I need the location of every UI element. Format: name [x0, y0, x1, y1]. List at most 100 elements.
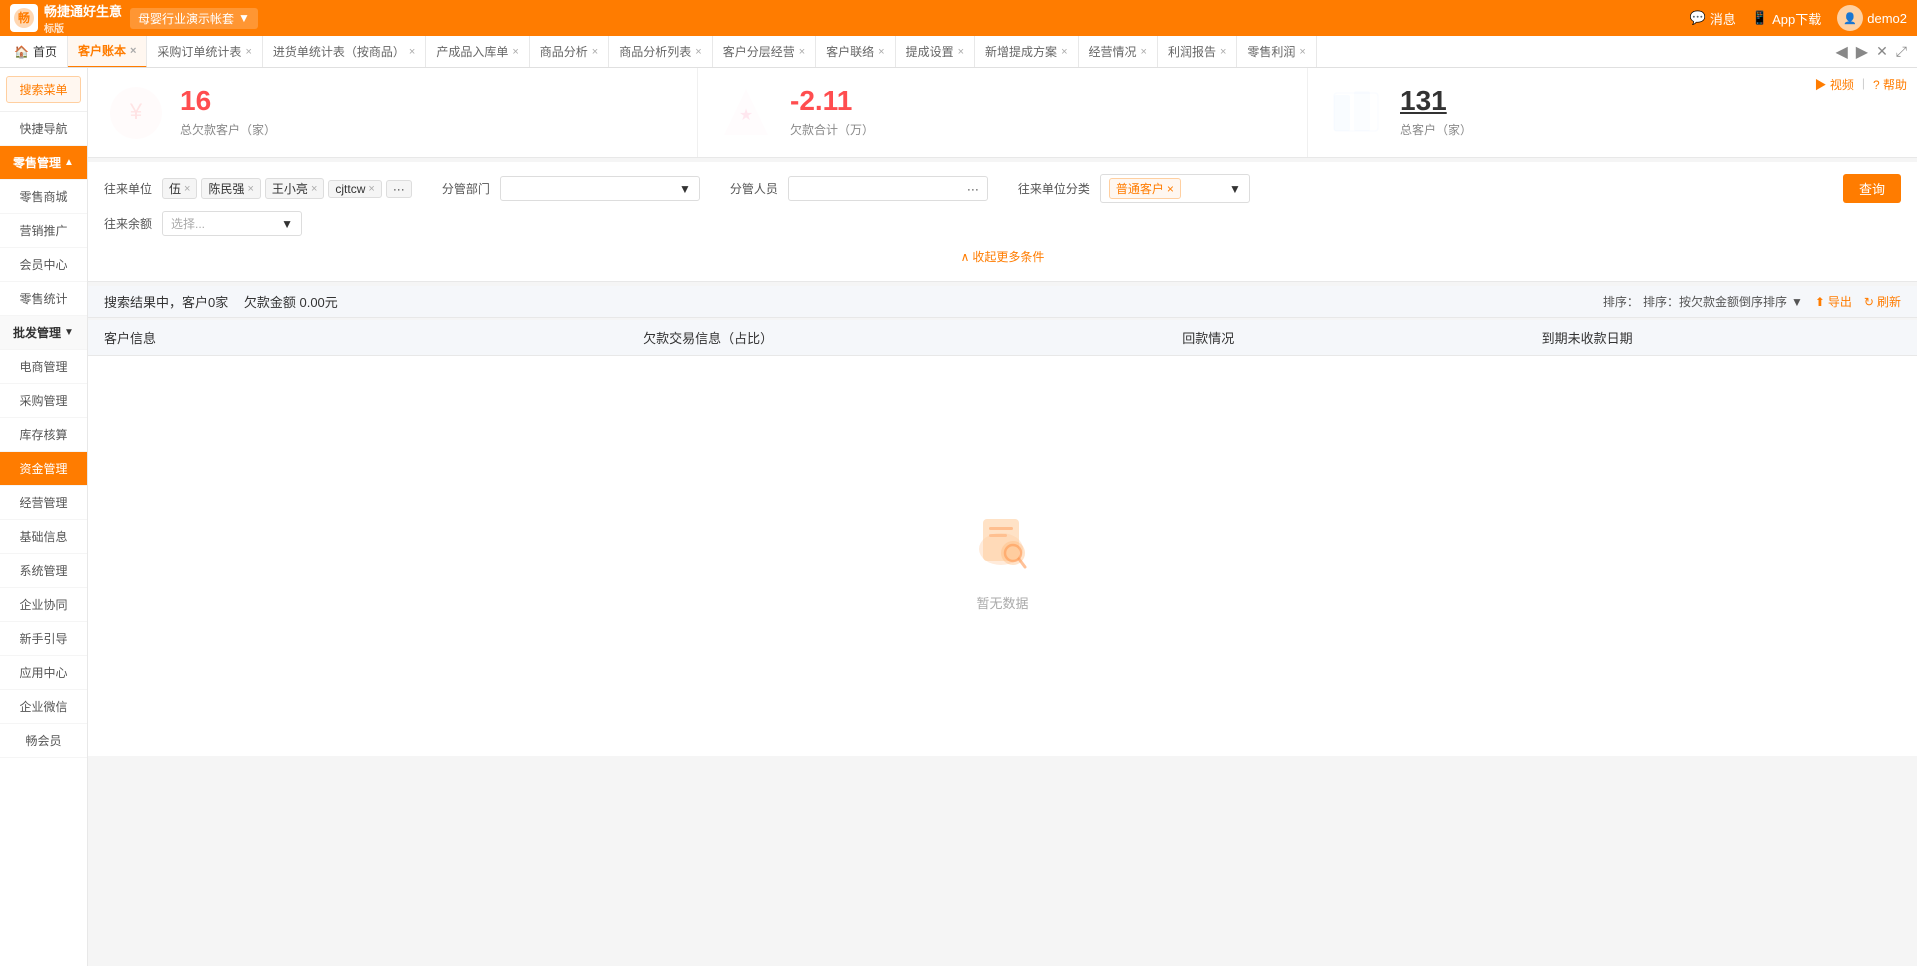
wholesale-mgmt-arrow-icon: ▼	[64, 327, 74, 338]
tab-new-raise-plan-label: 新增提成方案	[985, 43, 1057, 60]
sidebar-item-quick-nav[interactable]: 快捷导航	[0, 112, 87, 146]
tab-profit-report-close[interactable]: ×	[1220, 46, 1226, 58]
tag-wang-text: 王小亮	[272, 180, 308, 197]
tab-customer-contact-close[interactable]: ×	[878, 46, 884, 58]
sidebar-item-system-mgmt[interactable]: 系统管理	[0, 554, 87, 588]
tab-profit-report[interactable]: 利润报告 ×	[1158, 36, 1237, 68]
search-menu-btn[interactable]: 搜索菜单	[6, 76, 81, 103]
message-icon: 💬	[1690, 10, 1706, 26]
tab-customer-segment[interactable]: 客户分层经营 ×	[713, 36, 816, 68]
sidebar-item-retail-stats[interactable]: 零售统计	[0, 282, 87, 316]
tab-retail-profit[interactable]: 零售利润 ×	[1237, 36, 1316, 68]
tag-wang-close[interactable]: ×	[311, 183, 317, 195]
sidebar-item-basic-info[interactable]: 基础信息	[0, 520, 87, 554]
sidebar-item-purchase-mgmt[interactable]: 采购管理	[0, 384, 87, 418]
col-debit-info: 欠款交易信息（占比）	[643, 328, 1182, 347]
tab-customer-account-label: 客户账本	[78, 42, 126, 59]
tab-raise-setting-close[interactable]: ×	[958, 46, 964, 58]
tab-product-inbound[interactable]: 产成品入库单 ×	[426, 36, 529, 68]
tab-next-icon[interactable]: ▶	[1854, 42, 1870, 62]
unit-category-tag-close[interactable]: ×	[1167, 182, 1174, 196]
balance-select[interactable]: 选择... ▼	[162, 211, 302, 236]
tag-chen-text: 陈民强	[208, 180, 244, 197]
tab-home[interactable]: 🏠 首页	[4, 36, 68, 68]
sidebar-item-wholesale-mgmt[interactable]: 批发管理 ▼	[0, 316, 87, 350]
tab-customer-account-close[interactable]: ×	[130, 45, 136, 57]
tab-purchase-order-close[interactable]: ×	[245, 46, 251, 58]
sidebar-item-new-guide[interactable]: 新手引导	[0, 622, 87, 656]
video-link[interactable]: ▶ 视频	[1814, 76, 1853, 93]
unit-filter-tags: 伍 × 陈民强 × 王小亮 × cjttcw ×	[162, 178, 412, 199]
tab-profit-report-label: 利润报告	[1168, 43, 1216, 60]
tab-operation-status-close[interactable]: ×	[1141, 46, 1147, 58]
unit-category-select[interactable]: 普通客户 × ▼	[1100, 174, 1250, 203]
tab-purchase-order[interactable]: 采购订单统计表 ×	[147, 36, 262, 68]
unit-category-label: 往来单位分类	[1018, 180, 1090, 197]
sidebar-item-ecommerce-mgmt[interactable]: 电商管理	[0, 350, 87, 384]
table-header: 客户信息 欠款交易信息（占比） 回款情况 到期未收款日期	[88, 320, 1917, 356]
sidebar-item-member-center[interactable]: 会员中心	[0, 248, 87, 282]
help-link[interactable]: ? 帮助	[1873, 76, 1907, 93]
tab-inbound-stats-close[interactable]: ×	[409, 46, 415, 58]
stats-bar: ¥ 16 总欠款客户（家） ★ -2.11 欠款合计	[88, 68, 1917, 158]
sidebar-item-inventory[interactable]: 库存核算	[0, 418, 87, 452]
tab-prev-icon[interactable]: ◀	[1833, 42, 1849, 62]
filter-tag-more[interactable]: ···	[386, 180, 412, 198]
demo-selector[interactable]: 母婴行业演示帐套 ▼	[130, 8, 258, 29]
app-download-btn[interactable]: 📱 App下载	[1752, 9, 1821, 28]
refresh-btn[interactable]: ↻ 刷新	[1864, 293, 1901, 310]
tab-new-raise-plan-close[interactable]: ×	[1061, 46, 1067, 58]
sidebar-item-retail-mall[interactable]: 零售商城	[0, 180, 87, 214]
tab-product-inbound-close[interactable]: ×	[512, 46, 518, 58]
filter-area: 往来单位 伍 × 陈民强 × 王小亮 × cjttcw	[88, 162, 1917, 282]
sidebar-item-capital-mgmt[interactable]: 资金管理	[0, 452, 87, 486]
export-btn[interactable]: ⬆ 导出	[1815, 293, 1852, 310]
svg-text:畅: 畅	[18, 10, 30, 25]
tab-customer-account[interactable]: 客户账本 ×	[68, 36, 147, 68]
dept-select[interactable]: ▼	[500, 176, 700, 201]
collapse-btn[interactable]: ∧ 收起更多条件	[951, 244, 1055, 269]
tab-product-analysis-close[interactable]: ×	[592, 46, 598, 58]
tab-new-raise-plan[interactable]: 新增提成方案 ×	[975, 36, 1078, 68]
filter-collapse-row: ∧ 收起更多条件	[104, 244, 1901, 269]
tab-customer-segment-close[interactable]: ×	[799, 46, 805, 58]
dept-select-value	[509, 180, 521, 197]
sidebar-item-marketing[interactable]: 营销推广	[0, 214, 87, 248]
balance-select-value: 选择...	[171, 215, 205, 232]
message-btn[interactable]: 💬 消息	[1690, 9, 1736, 28]
tab-expand-icon[interactable]: ⤢	[1894, 43, 1909, 60]
tab-customer-contact[interactable]: 客户联络 ×	[816, 36, 895, 68]
tab-close-all-icon[interactable]: ✕	[1874, 43, 1890, 60]
tab-product-analysis-list[interactable]: 商品分析列表 ×	[609, 36, 712, 68]
sidebar-item-vip-member[interactable]: 畅会员	[0, 724, 87, 758]
sort-select[interactable]: 排序： 排序：按欠款金额倒序排序 ▼	[1603, 293, 1803, 310]
tab-retail-profit-close[interactable]: ×	[1299, 46, 1305, 58]
tab-product-analysis[interactable]: 商品分析 ×	[530, 36, 609, 68]
user-avatar[interactable]: 👤 demo2	[1837, 5, 1907, 31]
tab-inbound-stats[interactable]: 进货单统计表（按商品） ×	[263, 36, 426, 68]
tag-wu-close[interactable]: ×	[184, 183, 190, 195]
unit-category-arrow: ▼	[1229, 182, 1241, 196]
sidebar-item-app-center[interactable]: 应用中心	[0, 656, 87, 690]
tab-customer-contact-label: 客户联络	[826, 43, 874, 60]
tab-customer-segment-label: 客户分层经营	[723, 43, 795, 60]
tag-chen-close[interactable]: ×	[247, 183, 253, 195]
tab-retail-profit-label: 零售利润	[1247, 43, 1295, 60]
results-text: 搜索结果中，客户0家 欠款金额 0.00元	[104, 292, 338, 311]
message-label: 消息	[1710, 9, 1736, 28]
sidebar-item-enterprise-coop[interactable]: 企业协同	[0, 588, 87, 622]
query-button[interactable]: 查询	[1843, 174, 1901, 203]
refresh-icon: ↻	[1864, 295, 1874, 309]
tab-operation-status[interactable]: 经营情况 ×	[1079, 36, 1158, 68]
tab-raise-setting[interactable]: 提成设置 ×	[896, 36, 975, 68]
tag-cjttcw-close[interactable]: ×	[368, 183, 374, 195]
person-select[interactable]: ···	[788, 176, 988, 201]
sidebar-item-enterprise-wechat[interactable]: 企业微信	[0, 690, 87, 724]
sidebar-item-retail-mgmt[interactable]: 零售管理 ▲	[0, 146, 87, 180]
person-filter-label: 分管人员	[730, 180, 778, 197]
tab-product-analysis-list-close[interactable]: ×	[695, 46, 701, 58]
top-bar: 畅 畅捷通好生意 标版 母婴行业演示帐套 ▼ 💬 消息 📱 App下载 👤 de…	[0, 0, 1917, 36]
sidebar-item-operation-mgmt[interactable]: 经营管理	[0, 486, 87, 520]
tab-controls: ◀ ▶ ✕ ⤢	[1833, 42, 1913, 62]
export-icon: ⬆	[1815, 295, 1825, 309]
